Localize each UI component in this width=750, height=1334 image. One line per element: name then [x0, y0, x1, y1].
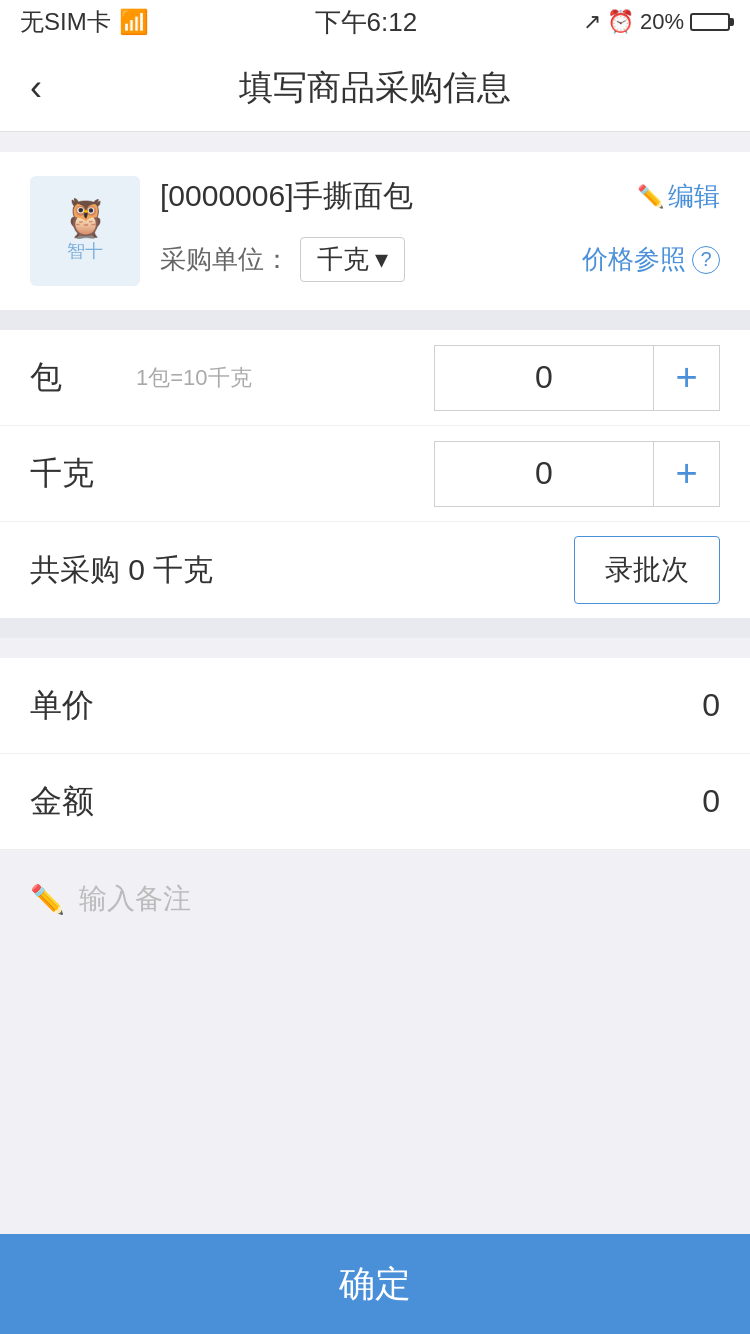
unit-label: 采购单位：: [160, 242, 290, 277]
alarm-icon: ⏰: [607, 9, 634, 35]
edit-button[interactable]: ✏️ 编辑: [637, 179, 720, 214]
bag-input-row: 包 1包=10千克 +: [0, 330, 750, 426]
pencil-icon: ✏️: [30, 883, 65, 916]
unit-selector[interactable]: 千克 ▾: [300, 237, 405, 282]
battery-icon: [690, 13, 730, 31]
price-section: 单价 0 金额 0: [0, 658, 750, 850]
location-icon: ↗: [583, 9, 601, 35]
unit-price-row: 单价 0: [0, 658, 750, 754]
back-button[interactable]: ‹: [20, 57, 52, 119]
price-ref-button[interactable]: 价格参照 ?: [582, 242, 720, 277]
product-name: [0000006]手撕面包: [160, 176, 413, 217]
status-right: ↗ ⏰ 20%: [583, 9, 730, 35]
summary-row: 共采购 0 千克 录批次: [0, 522, 750, 618]
notes-section[interactable]: ✏️ 输入备注: [0, 850, 750, 948]
kg-label: 千克: [30, 452, 130, 496]
chevron-down-icon: ▾: [375, 244, 388, 275]
no-sim-text: 无SIM卡: [20, 6, 111, 38]
amount-row: 金额 0: [0, 754, 750, 850]
product-card: 🦉 智十 [0000006]手撕面包 ✏️ 编辑 采购单位： 千克 ▾ 价格参照…: [0, 152, 750, 310]
status-left: 无SIM卡 📶: [20, 6, 149, 38]
nav-bar: ‹ 填写商品采购信息: [0, 44, 750, 132]
battery-percent: 20%: [640, 9, 684, 35]
confirm-button-label: 确定: [339, 1260, 411, 1309]
kg-input-control: +: [434, 441, 720, 507]
unit-price-value: 0: [702, 687, 720, 724]
status-time: 下午6:12: [315, 5, 418, 40]
divider-band-2: [0, 618, 750, 638]
unit-price-label: 单价: [30, 684, 94, 728]
edit-icon: ✏️: [637, 184, 664, 210]
bag-input[interactable]: [434, 345, 654, 411]
wifi-icon: 📶: [119, 8, 149, 36]
summary-text: 共采购 0 千克: [30, 550, 213, 591]
bag-label: 包: [30, 356, 130, 400]
product-thumbnail: 🦉 智十: [30, 176, 140, 286]
status-bar: 无SIM卡 📶 下午6:12 ↗ ⏰ 20%: [0, 0, 750, 44]
amount-label: 金额: [30, 780, 94, 824]
page-title: 填写商品采购信息: [239, 65, 511, 111]
divider-band-1: [0, 310, 750, 330]
bag-sublabel: 1包=10千克: [136, 363, 434, 393]
kg-plus-button[interactable]: +: [654, 441, 720, 507]
confirm-button-area[interactable]: 确定: [0, 1234, 750, 1334]
kg-input-row: 千克 +: [0, 426, 750, 522]
kg-input[interactable]: [434, 441, 654, 507]
notes-placeholder: 输入备注: [79, 880, 191, 918]
product-info: [0000006]手撕面包 ✏️ 编辑 采购单位： 千克 ▾ 价格参照 ?: [160, 176, 720, 282]
brand-label: 智十: [67, 239, 103, 263]
bag-plus-button[interactable]: +: [654, 345, 720, 411]
batch-button[interactable]: 录批次: [574, 536, 720, 604]
price-ref-help-icon: ?: [692, 246, 720, 274]
bag-input-control: +: [434, 345, 720, 411]
owl-icon: 🦉: [62, 199, 109, 237]
amount-value: 0: [702, 783, 720, 820]
input-section: 包 1包=10千克 + 千克 +: [0, 330, 750, 522]
